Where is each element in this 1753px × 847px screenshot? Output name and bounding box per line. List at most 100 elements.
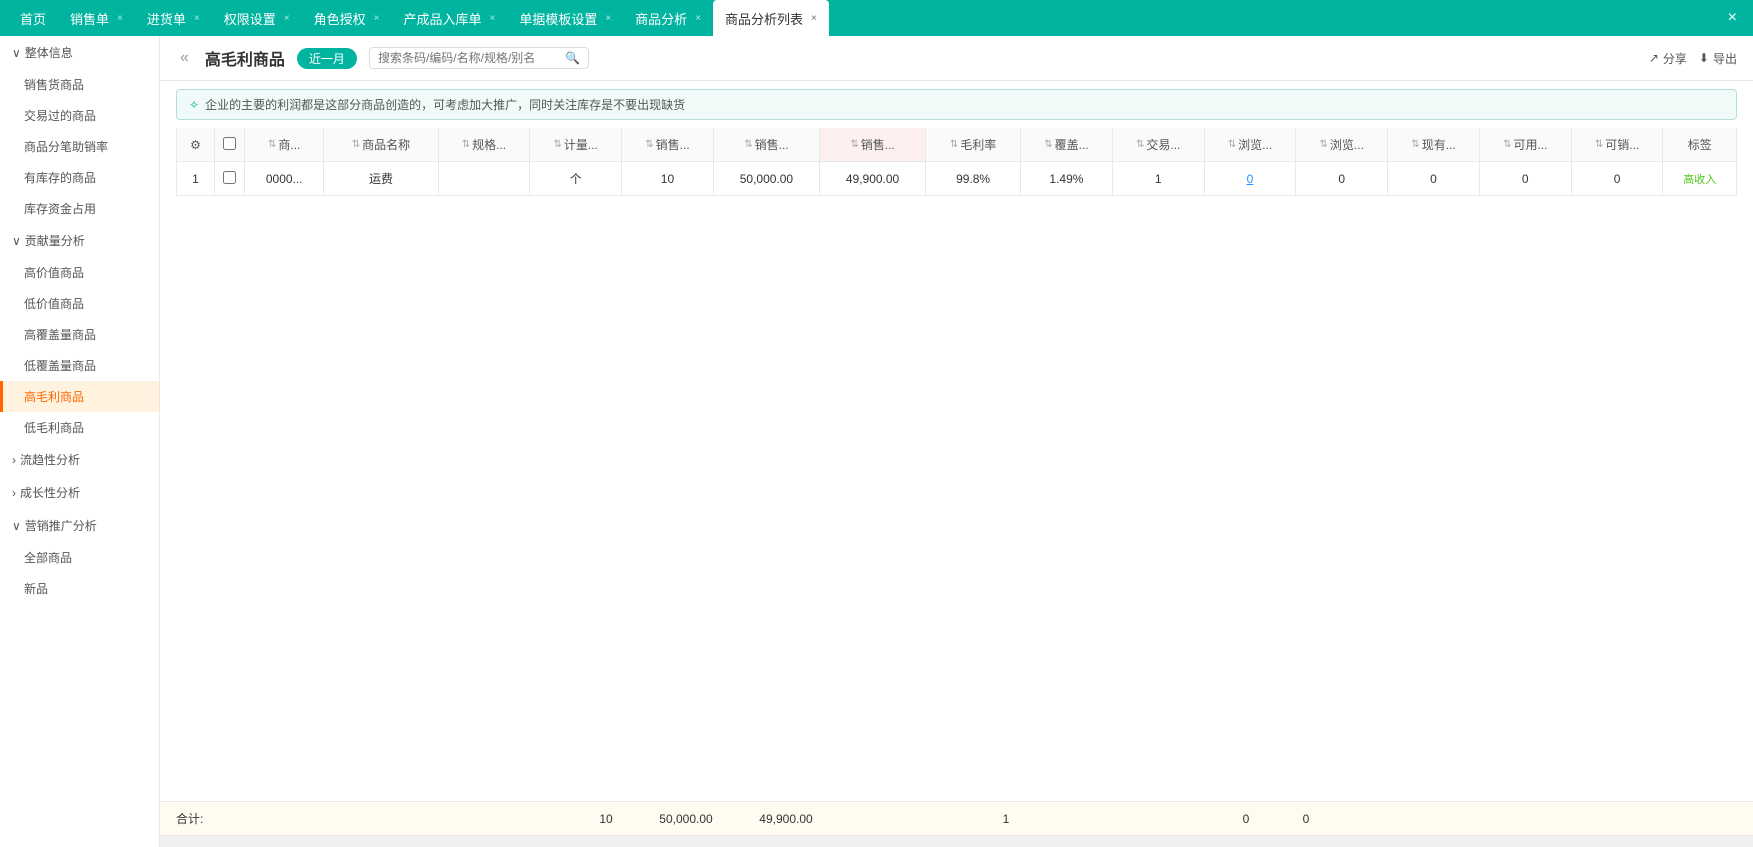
nav-home[interactable]: 首页 (8, 0, 58, 36)
close-purchase-order-icon[interactable]: × (194, 13, 200, 24)
footer-saleable: 0 (1276, 812, 1336, 826)
col-sales-amount[interactable]: ⇅ 销售... (713, 128, 819, 162)
close-product-inbound-icon[interactable]: × (489, 13, 495, 24)
export-button[interactable]: ⬇ 导出 (1699, 50, 1737, 67)
close-all-button[interactable]: × (1720, 9, 1745, 27)
col-sales-profit[interactable]: ⇅ 销售... (819, 128, 925, 162)
search-input[interactable] (378, 51, 561, 65)
sort-icon-3: ⇅ (462, 139, 470, 150)
sidebar-group-growth[interactable]: › 成长性分析 (0, 476, 159, 509)
row-transaction: 1 (1112, 162, 1204, 196)
col-code[interactable]: ⇅ 商... (244, 128, 323, 162)
footer-spacer9 (1156, 812, 1216, 826)
row-coverage: 1.49% (1021, 162, 1113, 196)
footer-available: 0 (1216, 812, 1276, 826)
col-coverage[interactable]: ⇅ 覆盖... (1021, 128, 1113, 162)
col-unit[interactable]: ⇅ 计量... (530, 128, 622, 162)
info-banner: ✧ 企业的主要的利润都是这部分商品创造的，可考虑加大推广，同时关注库存是不要出现… (176, 89, 1737, 120)
col-spec[interactable]: ⇅ 规格... (438, 128, 530, 162)
top-nav: 首页 销售单 × 进货单 × 权限设置 × 角色授权 × 产成品入库单 × 单据… (0, 0, 1753, 36)
nav-product-inbound[interactable]: 产成品入库单 × (391, 0, 507, 36)
col-transaction[interactable]: ⇅ 交易... (1112, 128, 1204, 162)
col-checkbox[interactable] (214, 128, 244, 162)
sidebar-item-sales-goods[interactable]: 销售货商品 (0, 69, 159, 100)
close-permission-icon[interactable]: × (284, 13, 290, 24)
sidebar-item-low-margin[interactable]: 低毛利商品 (0, 412, 159, 443)
nav-permission-settings[interactable]: 权限设置 × (212, 0, 302, 36)
col-gross-rate[interactable]: ⇅ 毛利率 (926, 128, 1021, 162)
close-product-analysis-icon[interactable]: × (695, 13, 701, 24)
col-saleable[interactable]: ⇅ 可销... (1571, 128, 1663, 162)
col-available[interactable]: ⇅ 可用... (1479, 128, 1571, 162)
arrow-down-icon: ∨ (12, 46, 21, 60)
sidebar-group-contribution[interactable]: ∨ 贡献量分析 (0, 224, 159, 257)
footer-spacer6 (906, 812, 976, 826)
footer-spacer8 (1096, 812, 1156, 826)
nav-role-auth[interactable]: 角色授权 × (302, 0, 392, 36)
toggle-sidebar-button[interactable]: « (176, 49, 193, 67)
search-icon[interactable]: 🔍 (565, 51, 580, 65)
sidebar-group-overall[interactable]: ∨ 整体信息 (0, 36, 159, 69)
close-sales-order-icon[interactable]: × (117, 13, 123, 24)
nav-template-settings[interactable]: 单据模板设置 × (507, 0, 623, 36)
footer-sales-qty: 10 (576, 812, 636, 826)
col-browse1[interactable]: ⇅ 浏览... (1204, 128, 1296, 162)
close-analysis-list-icon[interactable]: × (811, 13, 817, 24)
sort-icon-14: ⇅ (1503, 139, 1511, 150)
content-header: « 高毛利商品 近一月 🔍 ↗ 分享 ⬇ 导出 (160, 36, 1753, 81)
table-container[interactable]: ⚙ ⇅ 商... ⇅ (160, 128, 1753, 801)
row-gross-rate: 99.8% (926, 162, 1021, 196)
sidebar-group-trend[interactable]: › 流趋性分析 (0, 443, 159, 476)
table-row: 1 0000... 运费 个 10 50,000.00 49,900.00 99… (177, 162, 1737, 196)
col-current-stock[interactable]: ⇅ 现有... (1388, 128, 1480, 162)
row-tag: 高收入 (1663, 162, 1737, 196)
share-icon: ↗ (1649, 51, 1659, 65)
col-sales-qty[interactable]: ⇅ 销售... (622, 128, 714, 162)
nav-product-analysis-list[interactable]: 商品分析列表 × (713, 0, 829, 36)
arrow-right-icon: › (12, 453, 16, 467)
sidebar-item-assist-rate[interactable]: 商品分笔助销率 (0, 131, 159, 162)
row-available: 0 (1479, 162, 1571, 196)
sidebar-item-stocked-goods[interactable]: 有库存的商品 (0, 162, 159, 193)
footer-spacer4 (496, 812, 576, 826)
row-checkbox[interactable] (223, 171, 236, 184)
footer-spacer3 (416, 812, 496, 826)
sidebar-group-marketing[interactable]: ∨ 营销推广分析 (0, 509, 159, 542)
sidebar-item-all-goods[interactable]: 全部商品 (0, 542, 159, 573)
sidebar-item-high-value[interactable]: 高价值商品 (0, 257, 159, 288)
row-browse1[interactable]: 0 (1204, 162, 1296, 196)
sidebar-item-new-products[interactable]: 新品 (0, 573, 159, 604)
select-all-checkbox[interactable] (223, 137, 236, 150)
sidebar: ∨ 整体信息 销售货商品 交易过的商品 商品分笔助销率 有库存的商品 库存资金占… (0, 36, 160, 847)
bottom-scrollbar[interactable] (160, 835, 1753, 847)
close-role-auth-icon[interactable]: × (374, 13, 380, 24)
sidebar-item-stock-capital[interactable]: 库存资金占用 (0, 193, 159, 224)
row-saleable: 0 (1571, 162, 1663, 196)
sidebar-item-traded-goods[interactable]: 交易过的商品 (0, 100, 159, 131)
col-settings[interactable]: ⚙ (177, 128, 215, 162)
sort-icon-15: ⇅ (1595, 139, 1603, 150)
footer-spacer7 (1036, 812, 1096, 826)
settings-icon[interactable]: ⚙ (190, 138, 201, 152)
row-sales-qty: 10 (622, 162, 714, 196)
sidebar-item-high-coverage[interactable]: 高覆盖量商品 (0, 319, 159, 350)
nav-purchase-order[interactable]: 进货单 × (135, 0, 212, 36)
col-name[interactable]: ⇅ 商品名称 (324, 128, 438, 162)
footer-total: 合计: 10 50,000.00 49,900.00 1 0 0 (160, 801, 1753, 835)
sidebar-item-low-value[interactable]: 低价值商品 (0, 288, 159, 319)
col-browse2[interactable]: ⇅ 浏览... (1296, 128, 1388, 162)
close-template-icon[interactable]: × (605, 13, 611, 24)
row-checkbox-cell[interactable] (214, 162, 244, 196)
nav-product-analysis[interactable]: 商品分析 × (623, 0, 713, 36)
period-button[interactable]: 近一月 (297, 48, 357, 69)
row-spec (438, 162, 530, 196)
info-icon: ✧ (189, 98, 199, 112)
sidebar-item-low-coverage[interactable]: 低覆盖量商品 (0, 350, 159, 381)
sidebar-item-high-margin[interactable]: 高毛利商品 (0, 381, 159, 412)
share-button[interactable]: ↗ 分享 (1649, 50, 1687, 67)
nav-sales-order[interactable]: 销售单 × (58, 0, 135, 36)
row-browse2: 0 (1296, 162, 1388, 196)
col-tag[interactable]: 标签 (1663, 128, 1737, 162)
footer-sales-profit: 49,900.00 (736, 812, 836, 826)
sort-icon-5: ⇅ (645, 139, 653, 150)
